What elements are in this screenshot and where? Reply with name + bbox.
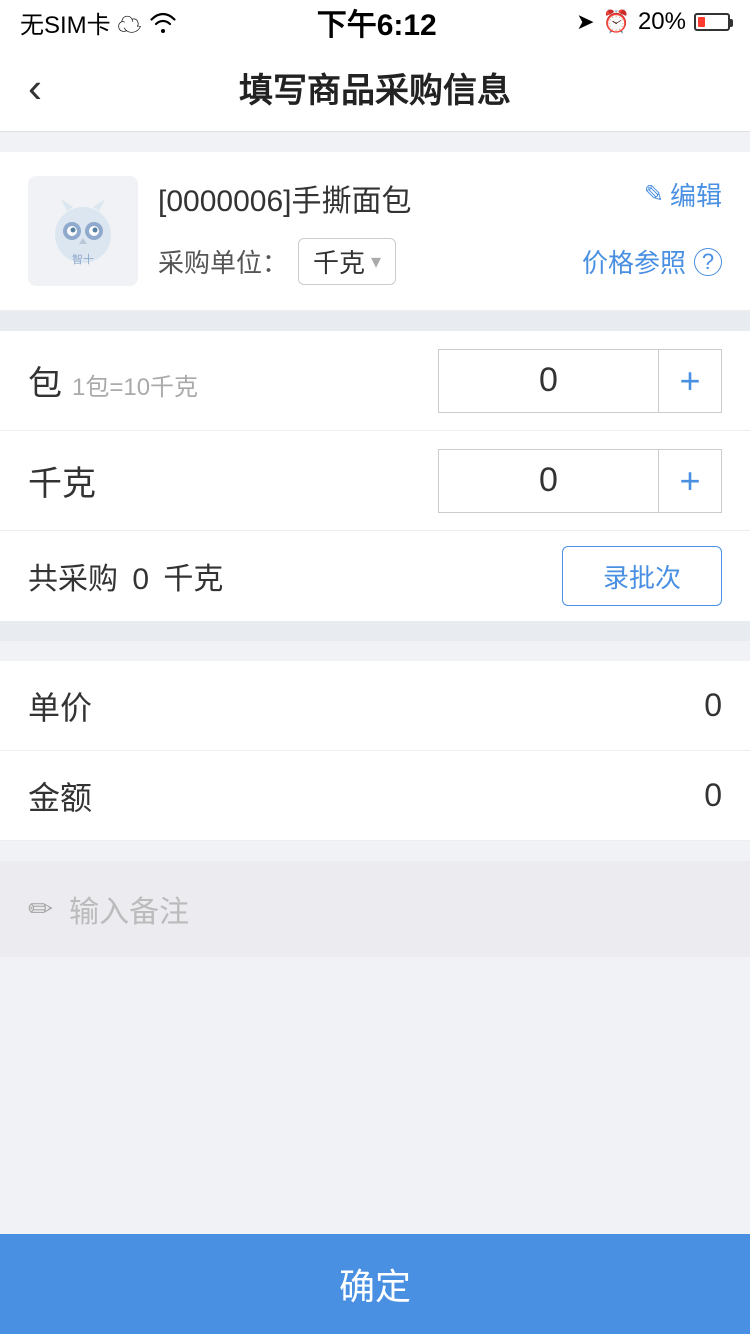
unit-dropdown[interactable]: 千克 ▾ [298,238,396,285]
bag-sub-label: 1包=10千克 [72,367,198,402]
batch-button[interactable]: 录批次 [562,546,722,606]
kg-input-controls: + [438,449,722,513]
status-bar: 无SIM卡 ☁ 下午6:12 ➤ ⏰ 20% [0,0,750,44]
price-ref-help-icon: ? [694,248,722,276]
total-unit: 千克 [163,563,223,596]
status-left: 无SIM卡 ☁ [20,5,177,40]
total-label: 共采购 0 千克 [28,554,223,598]
price-ref-label: 价格参照 [582,243,686,280]
kg-label: 千克 [28,456,96,505]
unit-price-label: 单价 [28,683,92,729]
location-icon: ➤ [576,9,594,35]
no-sim-label: 无SIM卡 ☁ [20,5,141,40]
amount-row: 金额 0 [0,751,750,841]
bag-label-group: 包 1包=10千克 [28,356,198,405]
total-row: 共采购 0 千克 录批次 [0,531,750,621]
nav-bar: ‹ 填写商品采购信息 [0,44,750,132]
unit-price-value: 0 [704,687,722,724]
edit-label: 编辑 [670,176,722,213]
note-section[interactable]: ✏ 输入备注 [0,861,750,957]
dropdown-arrow-icon: ▾ [371,249,381,274]
section-divider-2 [0,621,750,641]
amount-label: 金额 [28,773,92,819]
bottom-space [0,957,750,1157]
status-time: 下午6:12 [317,0,437,44]
kg-quantity-input[interactable] [438,449,658,513]
bag-quantity-row: 包 1包=10千克 + [0,331,750,431]
bag-quantity-input[interactable] [438,349,658,413]
confirm-bar[interactable]: 确定 [0,1234,750,1334]
status-right: ➤ ⏰ 20% [576,8,730,36]
svg-text:智十: 智十 [72,252,94,266]
total-prefix: 共采购 [28,563,118,596]
info-section: 单价 0 金额 0 [0,661,750,841]
kg-quantity-row: 千克 + [0,431,750,531]
amount-value: 0 [704,777,722,814]
quantity-section: 包 1包=10千克 + 千克 + 共采购 0 千克 录批次 [0,331,750,621]
product-logo: 智十 [43,191,123,271]
edit-button[interactable]: ✎ 编辑 [644,176,722,213]
wifi-icon [149,11,177,33]
back-button[interactable]: ‹ [28,67,42,109]
edit-icon: ✎ [644,180,664,209]
kg-plus-button[interactable]: + [658,449,722,513]
bag-plus-button[interactable]: + [658,349,722,413]
price-ref-button[interactable]: 价格参照 ? [582,243,722,280]
product-unit-row: 采购单位： 千克 ▾ 价格参照 ? [158,238,722,285]
product-card: 智十 [0000006]手撕面包 ✎ 编辑 采购单位： 千克 ▾ 价格参照 ? [0,152,750,311]
note-input[interactable]: 输入备注 [69,887,189,931]
product-top-row: [0000006]手撕面包 ✎ 编辑 [158,176,722,220]
page-title: 填写商品采购信息 [239,63,511,112]
bag-input-controls: + [438,349,722,413]
battery-icon [694,13,730,31]
unit-selector-group: 采购单位： 千克 ▾ [158,238,396,285]
battery-percent: 20% [638,8,686,36]
confirm-button[interactable]: 确定 [339,1258,411,1310]
alarm-icon: ⏰ [603,9,630,35]
unit-value: 千克 [313,243,365,280]
total-value: 0 [132,563,149,596]
product-thumbnail: 智十 [28,176,138,286]
section-divider-1 [0,311,750,331]
kg-label-group: 千克 [28,456,96,505]
note-pencil-icon: ✏ [28,892,53,927]
product-info: [0000006]手撕面包 ✎ 编辑 采购单位： 千克 ▾ 价格参照 ? [158,176,722,285]
unit-label: 采购单位： [158,243,288,280]
unit-price-row: 单价 0 [0,661,750,751]
product-name: [0000006]手撕面包 [158,176,411,220]
bag-label: 包 [28,356,62,405]
